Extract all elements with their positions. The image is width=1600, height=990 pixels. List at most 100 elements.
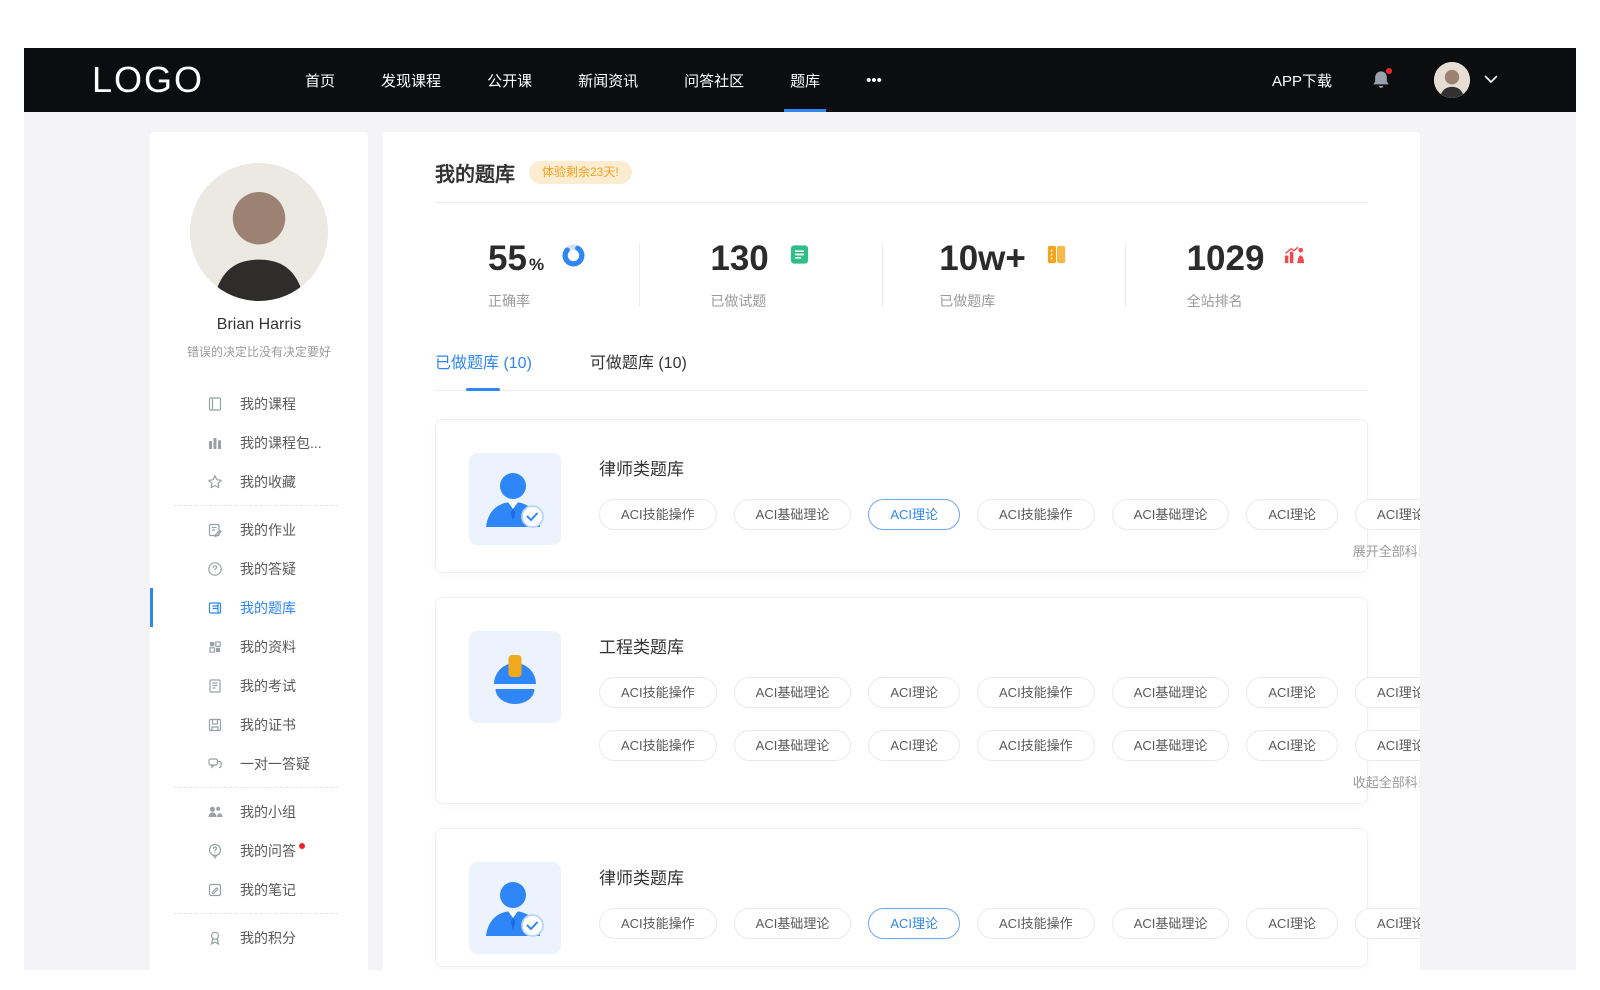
lawyer-icon — [469, 453, 561, 545]
collapse-subjects-link[interactable]: 收起全部科目 — [1353, 772, 1420, 791]
sidebar-item-my-course-packages[interactable]: 我的课程包... — [150, 423, 368, 462]
nav-right: APP下载 — [1272, 62, 1576, 98]
stat-label: 全站排名 — [1187, 291, 1243, 311]
nav-item[interactable]: 题库 — [767, 48, 843, 112]
donut-chart-icon — [561, 243, 586, 273]
nav-item[interactable]: 新闻资讯 — [555, 48, 661, 112]
expand-link-label: 展开全部科目 — [1353, 541, 1420, 560]
subject-tag[interactable]: ACI理论 — [868, 499, 960, 530]
sidebar-item-my-courses[interactable]: 我的课程 — [150, 384, 368, 423]
user-avatar[interactable] — [1434, 62, 1470, 98]
page-header: 我的题库 体验剩余23天! — [435, 132, 1368, 187]
subject-tag[interactable]: ACI理论 — [1355, 677, 1420, 708]
subject-tag[interactable]: ACI技能操作 — [977, 677, 1095, 708]
sidebar-item-label: 我的证书 — [240, 715, 296, 735]
question-circle-icon — [207, 560, 224, 577]
sidebar-menu: 我的课程 我的课程包... 我的收藏 — [150, 384, 368, 957]
sidebar-item-my-notes[interactable]: 我的笔记 — [150, 870, 368, 909]
subject-tag[interactable]: ACI基础理论 — [1112, 499, 1230, 530]
people-icon — [207, 803, 224, 820]
sidebar-item-my-exams[interactable]: 我的考试 — [150, 666, 368, 705]
stat-questions-done: 130 已做试题 — [639, 239, 882, 311]
nav-item[interactable]: ••• — [843, 48, 905, 112]
sidebar-item-label: 我的作业 — [240, 520, 296, 540]
notification-badge-dot — [1385, 67, 1393, 75]
star-icon — [207, 473, 224, 490]
subject-tag[interactable]: ACI理论 — [868, 730, 960, 761]
sidebar-item-label: 我的收藏 — [240, 472, 296, 492]
subject-tags: ACI技能操作 ACI基础理论 ACI理论 ACI技能操作 ACI基础理论 ACI理论 AC… — [599, 499, 1420, 530]
nav-item[interactable]: 首页 — [282, 48, 358, 112]
question-bank-card[interactable]: 律师类题库 ACI技能操作ACI基础理论ACI理论ACI技能操作ACI基础理论A… — [435, 828, 1368, 967]
subject-tag[interactable]: ACI理论 — [1246, 499, 1338, 530]
book-icon — [1045, 243, 1068, 271]
grid-icon — [207, 638, 224, 655]
subject-tag[interactable]: ACI理论 — [1246, 677, 1338, 708]
sidebar-item-my-homework[interactable]: 我的作业 — [150, 510, 368, 549]
logo[interactable]: LOGO — [92, 48, 204, 112]
subject-tag[interactable]: ACI理论 — [1355, 499, 1420, 530]
sidebar-item-label: 我的积分 — [240, 928, 296, 948]
subject-tag[interactable]: ACI理论 — [1246, 730, 1338, 761]
profile-avatar — [190, 163, 328, 301]
question-bank-card[interactable]: 律师类题库 ACI技能操作ACI基础理论ACI理论ACI技能操作ACI基础理论A… — [435, 419, 1368, 573]
subject-tag[interactable]: ACI基础理论 — [1112, 677, 1230, 708]
nav-item[interactable]: 问答社区 — [661, 48, 767, 112]
card-title: 工程类题库 — [599, 633, 1420, 658]
app-download-link[interactable]: APP下载 — [1272, 70, 1332, 91]
subject-tag[interactable]: ACI基础理论 — [734, 908, 852, 939]
subject-tag[interactable]: ACI基础理论 — [734, 730, 852, 761]
sidebar-item-one-on-one[interactable]: 一对一答疑 — [150, 744, 368, 783]
subject-tag[interactable]: ACI技能操作 — [977, 499, 1095, 530]
subject-tag[interactable]: ACI技能操作 — [599, 908, 717, 939]
sidebar-item-my-answers[interactable]: 我的答疑 — [150, 549, 368, 588]
sidebar-item-my-groups[interactable]: 我的小组 — [150, 792, 368, 831]
nav-menu: 首页 发现课程 公开课 新闻资讯 问答社区 题库 ••• — [282, 48, 905, 112]
stat-site-ranking: 1029 全站排名 — [1125, 239, 1368, 311]
subject-tags: ACI技能操作 ACI基础理论 ACI理论 ACI技能操作 ACI基础理论 ACI理论 AC… — [599, 908, 1420, 939]
subject-tag[interactable]: ACI基础理论 — [1112, 730, 1230, 761]
stat-value: 10w+ — [939, 239, 1026, 279]
sidebar-item-label: 我的课程包... — [240, 433, 322, 453]
sidebar-item-label: 一对一答疑 — [240, 754, 310, 774]
subject-tag[interactable]: ACI技能操作 — [977, 908, 1095, 939]
sidebar-item-my-certificates[interactable]: 我的证书 — [150, 705, 368, 744]
stat-label: 已做试题 — [710, 291, 766, 311]
sidebar-divider — [174, 787, 338, 788]
nav-item[interactable]: 公开课 — [464, 48, 555, 112]
tab-available-banks[interactable]: 可做题库 (10) — [590, 349, 687, 390]
sidebar-item-label: 我的答疑 — [240, 559, 296, 579]
subject-tag[interactable]: ACI理论 — [868, 908, 960, 939]
sidebar-item-my-points[interactable]: 我的积分 — [150, 918, 368, 957]
subject-tag[interactable]: ACI技能操作 — [599, 730, 717, 761]
stat-value: 130 — [710, 239, 768, 279]
subject-tag[interactable]: ACI技能操作 — [599, 677, 717, 708]
subject-tag[interactable]: ACI基础理论 — [734, 677, 852, 708]
sidebar-item-my-materials[interactable]: 我的资料 — [150, 627, 368, 666]
subject-tag[interactable]: ACI理论 — [1355, 730, 1420, 761]
stat-value: 1029 — [1187, 239, 1265, 279]
lawyer-icon — [469, 862, 561, 954]
notifications-button[interactable] — [1370, 69, 1392, 91]
subject-tag[interactable]: ACI理论 — [1246, 908, 1338, 939]
sidebar-item-my-favorites[interactable]: 我的收藏 — [150, 462, 368, 501]
sidebar-item-my-question-bank[interactable]: 我的题库 — [150, 588, 368, 627]
chevron-down-icon[interactable] — [1484, 71, 1498, 89]
card-title: 律师类题库 — [599, 864, 1420, 889]
tab-done-banks[interactable]: 已做题库 (10) — [435, 349, 532, 390]
top-navbar: LOGO 首页 发现课程 公开课 新闻资讯 问答社区 题库 ••• APP下载 — [24, 48, 1576, 112]
sidebar-item-my-qa[interactable]: 我的问答 — [150, 831, 368, 870]
subject-tag[interactable]: ACI技能操作 — [977, 730, 1095, 761]
collapse-link-label: 收起全部科目 — [1353, 772, 1420, 791]
subject-tag[interactable]: ACI基础理论 — [1112, 908, 1230, 939]
stat-accuracy: 55 % 正确率 — [435, 239, 639, 311]
subject-tag[interactable]: ACI理论 — [1355, 908, 1420, 939]
stat-suffix: % — [529, 255, 544, 275]
sidebar-item-label: 我的课程 — [240, 394, 296, 414]
expand-subjects-link[interactable]: 展开全部科目 — [1353, 541, 1420, 560]
question-bank-card[interactable]: 工程类题库 ACI技能操作ACI基础理论ACI理论ACI技能操作ACI基础理论A… — [435, 597, 1368, 804]
subject-tag[interactable]: ACI理论 — [868, 677, 960, 708]
nav-item[interactable]: 发现课程 — [358, 48, 464, 112]
subject-tag[interactable]: ACI技能操作 — [599, 499, 717, 530]
subject-tag[interactable]: ACI基础理论 — [734, 499, 852, 530]
